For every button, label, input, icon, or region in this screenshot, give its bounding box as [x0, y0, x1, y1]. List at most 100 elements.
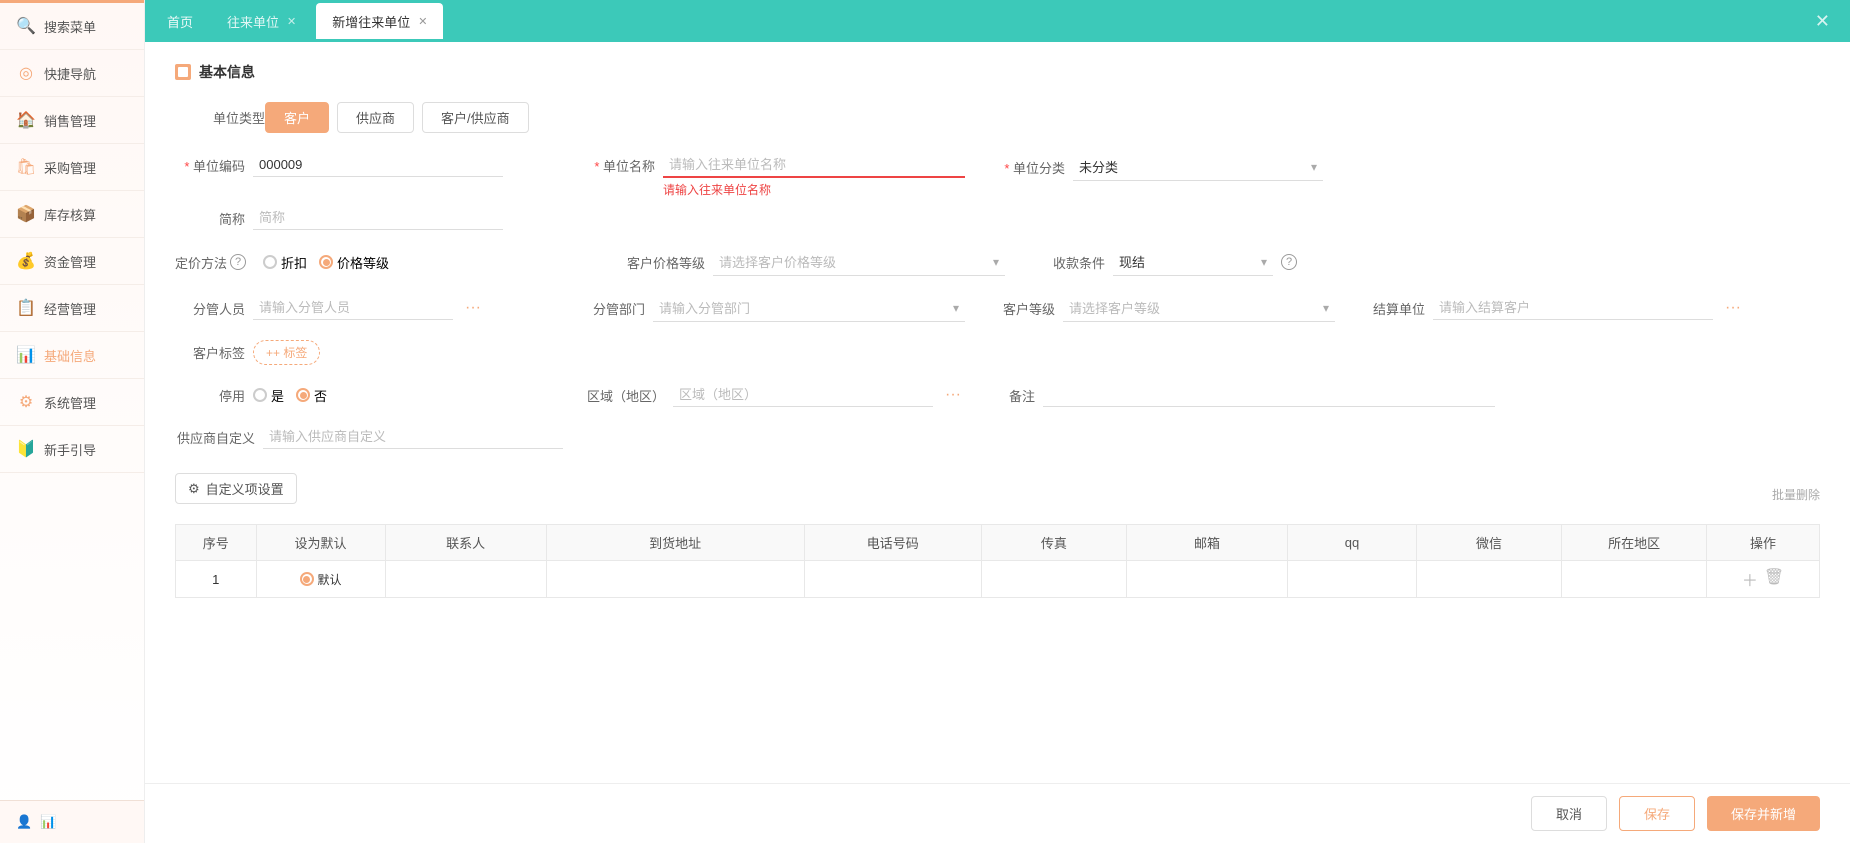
phone-input[interactable]: [815, 572, 971, 587]
region-more-icon[interactable]: ···: [941, 386, 965, 404]
operations-icon: 📋: [16, 298, 36, 318]
add-row-icon[interactable]: ＋: [1742, 567, 1758, 591]
add-tag-button[interactable]: + + 标签: [253, 340, 320, 365]
sidebar-item-basic[interactable]: 📊 基础信息: [0, 332, 144, 379]
sidebar-item-label: 采购管理: [44, 158, 96, 177]
chevron-down-icon: ▾: [1261, 255, 1267, 269]
sidebar-item-newbie[interactable]: 🔰 新手引导: [0, 426, 144, 473]
unit-type-group: 客户 供应商 客户/供应商: [265, 102, 529, 133]
chevron-down-icon: ▾: [953, 301, 959, 315]
btn-customer[interactable]: 客户: [265, 102, 329, 133]
btn-both[interactable]: 客户/供应商: [422, 102, 529, 133]
cell-default: 默认: [256, 561, 385, 598]
cell-region[interactable]: [1562, 561, 1707, 598]
unit-name-label: 单位名称: [585, 156, 655, 175]
unit-code-input[interactable]: [253, 153, 503, 177]
save-new-button[interactable]: 保存并新增: [1707, 796, 1820, 831]
help-icon[interactable]: ?: [230, 254, 246, 270]
col-wechat: 微信: [1417, 525, 1562, 561]
cell-fax[interactable]: [981, 561, 1126, 598]
unit-name-error: 请输入往来单位名称: [663, 181, 965, 198]
tabbar: 首页 往来单位 ✕ 新增往来单位 ✕ ✕: [145, 0, 1850, 42]
radio-no[interactable]: 否: [296, 386, 327, 405]
col-default: 设为默认: [256, 525, 385, 561]
col-phone: 电话号码: [804, 525, 981, 561]
cancel-button[interactable]: 取消: [1531, 796, 1607, 831]
sidebar-item-label: 快捷导航: [44, 64, 96, 83]
content-area: 基本信息 单位类型 客户 供应商 客户/供应商 单位编码 单位名称: [145, 42, 1850, 843]
customer-price-select[interactable]: 请选择客户价格等级 ▾: [713, 248, 1005, 276]
customize-btn[interactable]: ⚙ 自定义项设置: [175, 473, 297, 504]
default-radio[interactable]: 默认: [267, 571, 375, 588]
plus-icon: +: [266, 346, 273, 360]
customer-level-select[interactable]: 请选择客户等级 ▾: [1063, 294, 1335, 322]
tab-home[interactable]: 首页: [153, 6, 207, 37]
short-name-input[interactable]: [253, 206, 503, 230]
payment-terms-select[interactable]: 现结 ▾: [1113, 248, 1273, 276]
email-input[interactable]: [1137, 572, 1277, 587]
close-icon[interactable]: ✕: [418, 15, 427, 28]
settle-unit-input[interactable]: [1433, 296, 1713, 320]
qq-input[interactable]: [1298, 572, 1406, 587]
disable-radio-group: 是 否: [253, 386, 327, 405]
sidebar-item-operations[interactable]: 📋 经营管理: [0, 285, 144, 332]
unit-name-input[interactable]: [663, 153, 965, 176]
cell-contact[interactable]: [385, 561, 546, 598]
radio-price-level[interactable]: 价格等级: [319, 253, 389, 272]
customer-tag-label: 客户标签: [175, 343, 245, 362]
sidebar-item-purchase[interactable]: 🛍 采购管理: [0, 144, 144, 191]
region-input[interactable]: [673, 383, 933, 407]
sidebar-item-search[interactable]: 🔍 搜索菜单: [0, 3, 144, 50]
tab-new-partner[interactable]: 新增往来单位 ✕: [316, 3, 443, 39]
manager-input[interactable]: [253, 296, 453, 320]
system-icon: ⚙: [16, 392, 36, 412]
delete-row-icon[interactable]: 🗑: [1764, 567, 1784, 591]
section-header: 基本信息: [175, 62, 1820, 82]
cell-wechat[interactable]: [1417, 561, 1562, 598]
sidebar-item-system[interactable]: ⚙ 系统管理: [0, 379, 144, 426]
dept-select[interactable]: 请输入分管部门 ▾: [653, 294, 965, 322]
radio-discount[interactable]: 折扣: [263, 253, 307, 272]
radio-circle: [253, 388, 267, 402]
pricing-method-label: 定价方法 ?: [175, 253, 255, 272]
inventory-icon: 📦: [16, 204, 36, 224]
remark-input[interactable]: [1043, 383, 1495, 407]
col-contact: 联系人: [385, 525, 546, 561]
sidebar-bottom: 👤 📊: [0, 800, 144, 843]
sidebar-item-quicknav[interactable]: ◎ 快捷导航: [0, 50, 144, 97]
address-input[interactable]: [557, 572, 794, 587]
cell-qq[interactable]: [1288, 561, 1417, 598]
cell-email[interactable]: [1126, 561, 1287, 598]
batch-delete-btn[interactable]: 批量删除: [1772, 486, 1820, 503]
tab-partner-list[interactable]: 往来单位 ✕: [211, 3, 312, 39]
contact-table: 序号 设为默认 联系人 到货地址 电话号码 传真 邮箱 qq 微信 所在地区 操…: [175, 524, 1820, 598]
supplier-custom-input[interactable]: [263, 425, 563, 449]
manager-label: 分管人员: [175, 299, 245, 318]
col-fax: 传真: [981, 525, 1126, 561]
fax-input[interactable]: [992, 572, 1116, 587]
region-label: 区域（地区）: [585, 386, 665, 405]
unit-category-select[interactable]: 未分类 ▾: [1073, 153, 1323, 181]
manager-more-icon[interactable]: ···: [461, 299, 485, 317]
unit-code-label: 单位编码: [175, 156, 245, 175]
sidebar-item-inventory[interactable]: 📦 库存核算: [0, 191, 144, 238]
settle-unit-more-icon[interactable]: ···: [1721, 299, 1745, 317]
close-icon[interactable]: ✕: [287, 15, 296, 28]
sidebar-item-label: 资金管理: [44, 252, 96, 271]
sidebar-item-sales[interactable]: 🏠 销售管理: [0, 97, 144, 144]
unit-category-value: 未分类: [1079, 157, 1307, 176]
contact-input[interactable]: [396, 572, 536, 587]
payment-help-icon[interactable]: ?: [1281, 254, 1297, 270]
sidebar-item-finance[interactable]: 💰 资金管理: [0, 238, 144, 285]
save-button[interactable]: 保存: [1619, 796, 1695, 831]
btn-supplier[interactable]: 供应商: [337, 102, 414, 133]
radio-yes[interactable]: 是: [253, 386, 284, 405]
tabbar-close-icon[interactable]: ✕: [1803, 11, 1842, 32]
short-name-label: 简称: [175, 209, 245, 228]
cell-address[interactable]: [546, 561, 804, 598]
region-cell-input[interactable]: [1572, 572, 1696, 587]
unit-category-label: 单位分类: [995, 158, 1065, 177]
wechat-input[interactable]: [1427, 572, 1551, 587]
tab-label: 新增往来单位: [332, 12, 410, 31]
cell-phone[interactable]: [804, 561, 981, 598]
